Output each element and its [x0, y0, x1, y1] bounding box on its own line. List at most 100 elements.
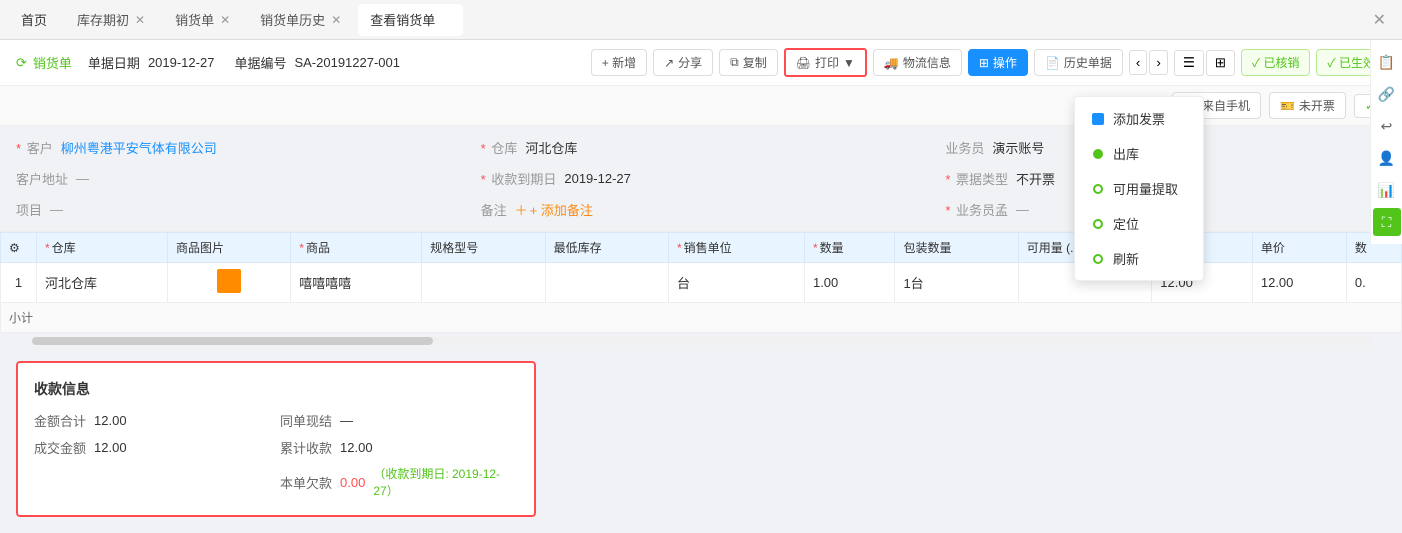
tab-history-close[interactable]: ✕ — [331, 13, 341, 27]
due-date-value: 2019-12-27 — [564, 171, 631, 186]
right-sidebar: 📋 🔗 ↩ 👤 📊 ⛶ — [1370, 40, 1402, 244]
project-row: 项目 — — [16, 200, 457, 219]
settlement-row: 同单现结 — — [280, 411, 518, 430]
new-btn[interactable]: + 新增 — [591, 49, 647, 76]
spacer — [34, 465, 272, 499]
effect-label: ✓ 已生效 — [1327, 56, 1375, 70]
print-btn[interactable]: 🖨 打印 ▼ — [784, 48, 867, 77]
customer-label: * 客户 — [16, 138, 53, 157]
total-row: 金额合计 12.00 — [34, 411, 272, 430]
date-label: 单据日期 — [88, 53, 140, 72]
history-icon: 📄 — [1045, 56, 1060, 70]
sidebar-icon-doc[interactable]: 📋 — [1373, 48, 1401, 76]
history-btn[interactable]: 📄 历史单据 — [1034, 49, 1123, 76]
doc-meta: 单据日期 2019-12-27 单据编号 SA-20191227-001 — [88, 53, 400, 72]
ticket-value: 不开票 — [1016, 169, 1055, 188]
address-label: 客户地址 — [16, 169, 68, 188]
tab-history-label: 销货单历史 — [260, 10, 325, 29]
col-model: 规格型号 — [422, 233, 545, 263]
customer-row: * 客户 柳州粤港平安气体有限公司 — [16, 138, 457, 157]
print-dropdown-arrow: ▼ — [843, 56, 855, 70]
copy-label: 复制 — [743, 54, 767, 71]
number-value: SA-20191227-001 — [294, 55, 400, 70]
sidebar-icon-expand[interactable]: ⛶ — [1373, 208, 1401, 236]
total-label: 金额合计 — [34, 411, 86, 430]
tab-history[interactable]: 销货单历史 ✕ — [247, 4, 354, 36]
tab-inventory[interactable]: 库存期初 ✕ — [64, 4, 158, 36]
dropdown-locate[interactable]: 定位 — [1075, 206, 1203, 241]
cell-unit: 台 — [668, 263, 804, 303]
col-min-stock: 最低库存 — [545, 233, 668, 263]
tab-home[interactable]: 首页 — [8, 4, 60, 36]
arrears-value: 0.00 — [340, 475, 365, 490]
logistics-btn[interactable]: 🚚 物流信息 — [873, 49, 962, 76]
cell-price: 12.00 — [1252, 263, 1346, 303]
dropdown-add-invoice[interactable]: 添加发票 — [1075, 101, 1203, 136]
grid-view-btn[interactable]: ⊞ — [1206, 50, 1235, 76]
ops-icon: ⊞ — [979, 56, 989, 70]
settlement-value: — — [340, 413, 353, 428]
sidebar-icon-return[interactable]: ↩ — [1373, 112, 1401, 140]
note-row: 备注 ＋ + 添加备注 — [481, 200, 922, 219]
col-price: 单价 — [1252, 233, 1346, 263]
tab-view-sales-label: 查看销货单 — [370, 10, 435, 29]
note-add-label: + 添加备注 — [530, 200, 593, 219]
refresh-label: 刷新 — [1113, 249, 1139, 268]
tab-inventory-close[interactable]: ✕ — [135, 13, 145, 27]
refresh-icon — [1091, 252, 1105, 266]
from-phone-label: 来自手机 — [1202, 97, 1250, 114]
cumulative-row: 累计收款 12.00 — [280, 438, 518, 457]
prev-btn[interactable]: ‹ — [1129, 50, 1147, 75]
due-date-label: * 收款到期日 — [481, 169, 557, 188]
add-invoice-label: 添加发票 — [1113, 109, 1165, 128]
project-value: — — [50, 202, 63, 217]
tab-sales[interactable]: 销货单 ✕ — [162, 4, 243, 36]
history-label: 历史单据 — [1064, 54, 1112, 71]
dropdown-outbound[interactable]: 出库 — [1075, 136, 1203, 171]
scroll-thumb[interactable] — [32, 337, 433, 345]
add-note-btn[interactable]: ＋ + 添加备注 — [515, 200, 593, 219]
share-label: 分享 — [678, 54, 702, 71]
number-label: 单据编号 — [234, 53, 286, 72]
col-unit: *销售单位 — [668, 233, 804, 263]
tab-view-sales[interactable]: 查看销货单 ✕ — [358, 4, 463, 36]
note-label: 备注 — [481, 200, 507, 219]
dropdown-available[interactable]: 可用量提取 — [1075, 171, 1203, 206]
tab-sales-close[interactable]: ✕ — [220, 13, 230, 27]
tab-home-label: 首页 — [21, 10, 47, 29]
sidebar-icon-user[interactable]: 👤 — [1373, 144, 1401, 172]
copy-btn[interactable]: ⧉ 复制 — [719, 49, 778, 76]
cumulative-value: 12.00 — [340, 440, 373, 455]
col-settings[interactable]: ⚙ — [1, 233, 37, 263]
ticket-icon: 🎫 — [1280, 99, 1295, 113]
warehouse-row: * 仓库 河北仓库 — [481, 138, 922, 157]
scroll-bar[interactable] — [32, 337, 1370, 345]
customer-value[interactable]: 柳州粤港平安气体有限公司 — [61, 138, 217, 157]
payment-section: 收款信息 金额合计 12.00 同单现结 — 成交金额 12.00 累计收款 1… — [16, 361, 536, 517]
dropdown-refresh[interactable]: 刷新 — [1075, 241, 1203, 276]
ops-btn[interactable]: ⊞ 操作 — [968, 49, 1028, 76]
next-btn[interactable]: › — [1149, 50, 1167, 75]
table-subtotal-row: 小计 — [1, 303, 1402, 333]
scroll-area — [0, 333, 1402, 349]
sidebar-icon-chart[interactable]: 📊 — [1373, 176, 1401, 204]
ops-dropdown: 添加发票 出库 可用量提取 定位 刷新 — [1074, 96, 1204, 281]
not-opened-label: 未开票 — [1299, 97, 1335, 114]
sold-status-btn[interactable]: ✓ 已核销 — [1241, 49, 1311, 76]
cell-warehouse: 河北仓库 — [37, 263, 168, 303]
window-close-btn[interactable]: ✕ — [1365, 6, 1394, 34]
not-opened-btn[interactable]: 🎫 未开票 — [1269, 92, 1346, 119]
col-image: 商品图片 — [167, 233, 290, 263]
product-image — [217, 269, 241, 293]
outbound-label: 出库 — [1113, 144, 1139, 163]
project-label: 项目 — [16, 200, 42, 219]
address-value: — — [76, 171, 89, 186]
cell-quantity: 1.00 — [804, 263, 894, 303]
share-btn[interactable]: ↗ 分享 — [653, 49, 713, 76]
sidebar-icon-link[interactable]: 🔗 — [1373, 80, 1401, 108]
arrears-label: 本单欠款 — [280, 473, 332, 492]
plus-icon: ＋ — [515, 200, 528, 219]
list-view-btn[interactable]: ☰ — [1174, 50, 1204, 76]
col-warehouse: *仓库 — [37, 233, 168, 263]
tab-view-sales-close[interactable]: ✕ — [441, 13, 451, 27]
